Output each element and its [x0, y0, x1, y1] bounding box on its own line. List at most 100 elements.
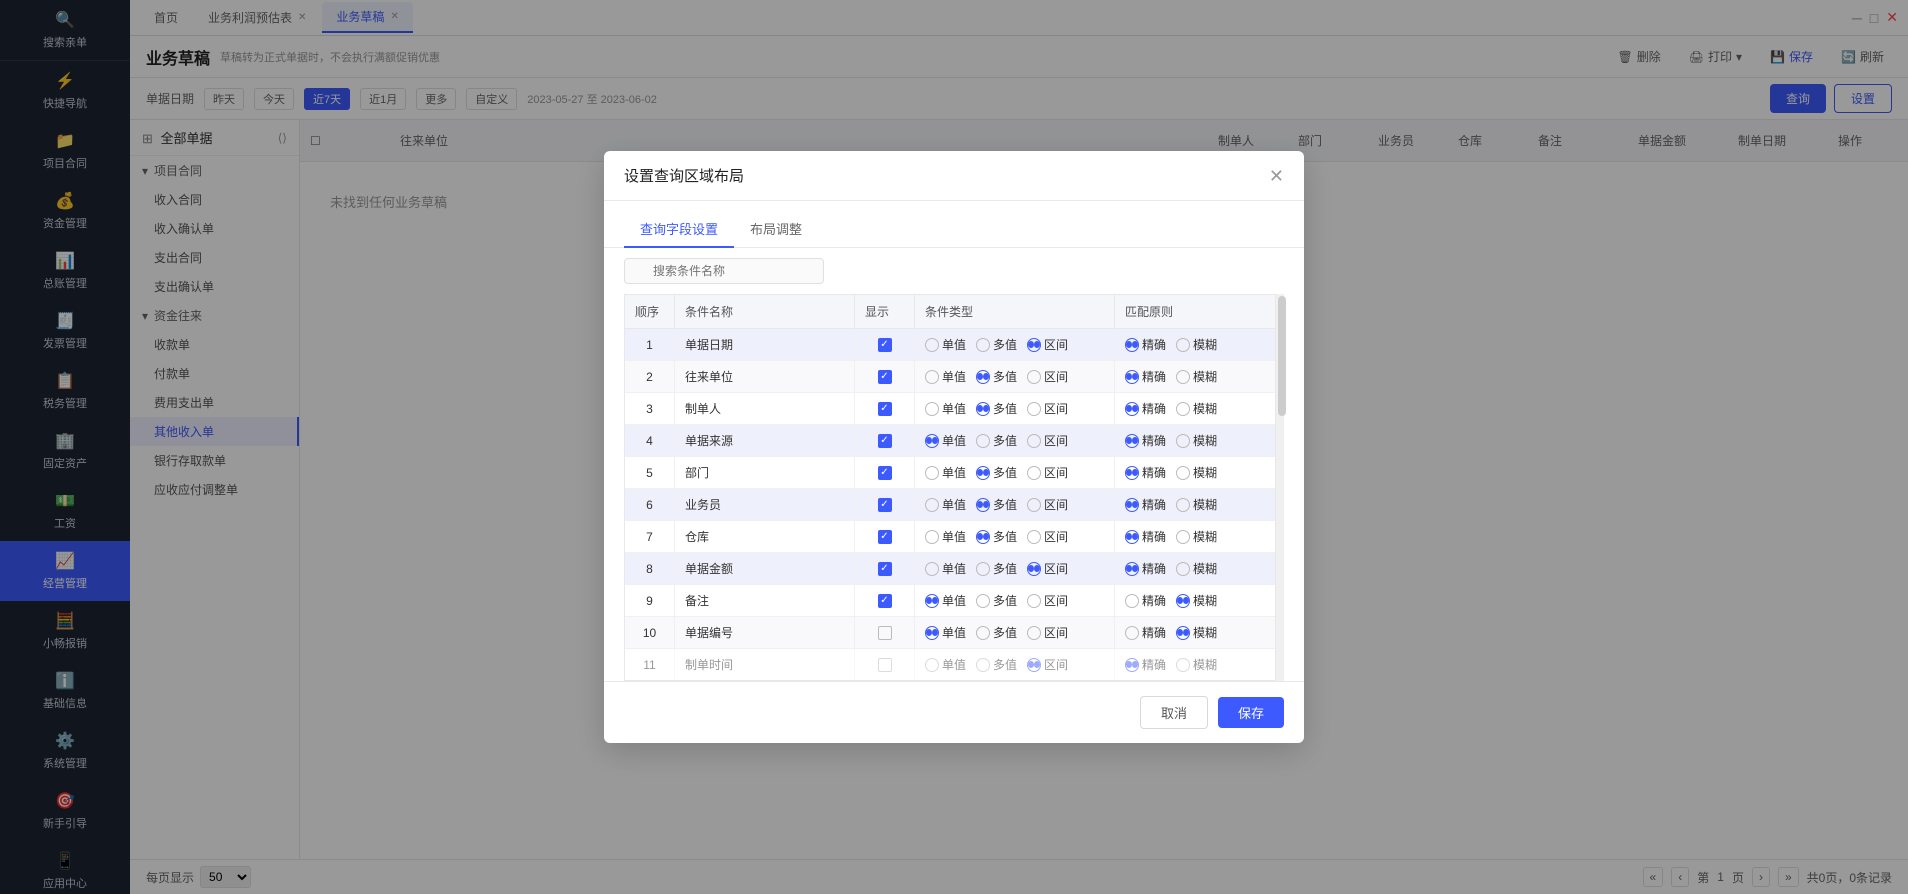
checkbox[interactable] — [878, 626, 892, 640]
radio-multi[interactable]: 多值 — [976, 336, 1017, 353]
radio-multi[interactable]: 多值 — [976, 368, 1017, 385]
radio-range[interactable]: 区间 — [1027, 624, 1068, 641]
radio-range[interactable]: 区间 — [1027, 528, 1068, 545]
radio-exact[interactable]: 精确 — [1125, 656, 1166, 673]
radio-fuzzy[interactable]: 模糊 — [1176, 560, 1217, 577]
radio-single[interactable]: 单值 — [925, 496, 966, 513]
radio-range[interactable]: 区间 — [1027, 496, 1068, 513]
radio-range[interactable]: 区间 — [1027, 432, 1068, 449]
radio-exact[interactable]: 精确 — [1125, 624, 1166, 641]
radio-circle-fuzzy — [1176, 658, 1190, 672]
radio-single[interactable]: 单值 — [925, 592, 966, 609]
radio-circle-single — [925, 498, 939, 512]
radio-range[interactable]: 区间 — [1027, 592, 1068, 609]
row-seq: 6 — [625, 489, 675, 520]
row-display-checkbox[interactable]: ✓ — [855, 521, 915, 552]
radio-multi[interactable]: 多值 — [976, 432, 1017, 449]
row-display-checkbox[interactable]: ✓ — [855, 361, 915, 392]
radio-exact[interactable]: 精确 — [1125, 464, 1166, 481]
checkbox[interactable]: ✓ — [878, 594, 892, 608]
radio-single[interactable]: 单值 — [925, 624, 966, 641]
row-display-checkbox[interactable] — [855, 649, 915, 680]
table-row: 10单据编号单值多值区间精确模糊 — [625, 617, 1275, 649]
radio-multi[interactable]: 多值 — [976, 624, 1017, 641]
radio-single[interactable]: 单值 — [925, 560, 966, 577]
modal-search-input[interactable] — [624, 258, 824, 284]
checkbox[interactable]: ✓ — [878, 466, 892, 480]
radio-fuzzy[interactable]: 模糊 — [1176, 592, 1217, 609]
scrollbar-thumb[interactable] — [1278, 296, 1286, 416]
radio-single[interactable]: 单值 — [925, 400, 966, 417]
radio-exact[interactable]: 精确 — [1125, 368, 1166, 385]
tab-layout-adjust[interactable]: 布局调整 — [734, 211, 818, 248]
row-display-checkbox[interactable]: ✓ — [855, 585, 915, 616]
row-display-checkbox[interactable] — [855, 617, 915, 648]
radio-multi[interactable]: 多值 — [976, 592, 1017, 609]
radio-range[interactable]: 区间 — [1027, 464, 1068, 481]
cancel-button[interactable]: 取消 — [1140, 696, 1208, 729]
checkbox[interactable]: ✓ — [878, 562, 892, 576]
row-condition-type: 单值多值区间 — [915, 585, 1115, 616]
radio-range[interactable]: 区间 — [1027, 368, 1068, 385]
checkbox[interactable]: ✓ — [878, 498, 892, 512]
checkbox[interactable]: ✓ — [878, 338, 892, 352]
radio-fuzzy[interactable]: 模糊 — [1176, 368, 1217, 385]
radio-circle-multi — [976, 338, 990, 352]
radio-exact[interactable]: 精确 — [1125, 528, 1166, 545]
radio-circle-range — [1027, 338, 1041, 352]
radio-exact[interactable]: 精确 — [1125, 560, 1166, 577]
row-display-checkbox[interactable]: ✓ — [855, 393, 915, 424]
radio-circle-fuzzy — [1176, 594, 1190, 608]
radio-range[interactable]: 区间 — [1027, 336, 1068, 353]
radio-fuzzy[interactable]: 模糊 — [1176, 336, 1217, 353]
radio-single[interactable]: 单值 — [925, 432, 966, 449]
row-display-checkbox[interactable]: ✓ — [855, 553, 915, 584]
radio-single[interactable]: 单值 — [925, 368, 966, 385]
radio-single[interactable]: 单值 — [925, 464, 966, 481]
row-condition-type: 单值多值区间 — [915, 329, 1115, 360]
tab-field-settings[interactable]: 查询字段设置 — [624, 211, 734, 248]
radio-exact[interactable]: 精确 — [1125, 336, 1166, 353]
row-display-checkbox[interactable]: ✓ — [855, 329, 915, 360]
checkbox[interactable]: ✓ — [878, 370, 892, 384]
radio-circle-range — [1027, 434, 1041, 448]
radio-range[interactable]: 区间 — [1027, 560, 1068, 577]
th-condition-type: 条件类型 — [915, 295, 1115, 328]
radio-range[interactable]: 区间 — [1027, 656, 1068, 673]
row-condition-type: 单值多值区间 — [915, 617, 1115, 648]
scrollbar[interactable] — [1276, 294, 1284, 681]
save-button[interactable]: 保存 — [1218, 697, 1284, 728]
radio-multi[interactable]: 多值 — [976, 464, 1017, 481]
radio-exact[interactable]: 精确 — [1125, 400, 1166, 417]
th-display: 显示 — [855, 295, 915, 328]
radio-single[interactable]: 单值 — [925, 336, 966, 353]
radio-multi[interactable]: 多值 — [976, 560, 1017, 577]
radio-exact[interactable]: 精确 — [1125, 592, 1166, 609]
row-display-checkbox[interactable]: ✓ — [855, 489, 915, 520]
radio-single[interactable]: 单值 — [925, 656, 966, 673]
radio-fuzzy[interactable]: 模糊 — [1176, 432, 1217, 449]
radio-fuzzy[interactable]: 模糊 — [1176, 656, 1217, 673]
radio-circle-single — [925, 594, 939, 608]
modal-close-button[interactable]: ✕ — [1269, 167, 1284, 185]
radio-multi[interactable]: 多值 — [976, 400, 1017, 417]
radio-multi[interactable]: 多值 — [976, 496, 1017, 513]
radio-range[interactable]: 区间 — [1027, 400, 1068, 417]
radio-fuzzy[interactable]: 模糊 — [1176, 528, 1217, 545]
radio-exact[interactable]: 精确 — [1125, 496, 1166, 513]
radio-fuzzy[interactable]: 模糊 — [1176, 464, 1217, 481]
radio-multi[interactable]: 多值 — [976, 528, 1017, 545]
row-display-checkbox[interactable]: ✓ — [855, 457, 915, 488]
row-match-rule: 精确模糊 — [1115, 521, 1275, 552]
checkbox[interactable] — [878, 658, 892, 672]
checkbox[interactable]: ✓ — [878, 530, 892, 544]
row-display-checkbox[interactable]: ✓ — [855, 425, 915, 456]
radio-exact[interactable]: 精确 — [1125, 432, 1166, 449]
radio-fuzzy[interactable]: 模糊 — [1176, 496, 1217, 513]
radio-multi[interactable]: 多值 — [976, 656, 1017, 673]
radio-fuzzy[interactable]: 模糊 — [1176, 400, 1217, 417]
checkbox[interactable]: ✓ — [878, 434, 892, 448]
radio-single[interactable]: 单值 — [925, 528, 966, 545]
checkbox[interactable]: ✓ — [878, 402, 892, 416]
radio-fuzzy[interactable]: 模糊 — [1176, 624, 1217, 641]
